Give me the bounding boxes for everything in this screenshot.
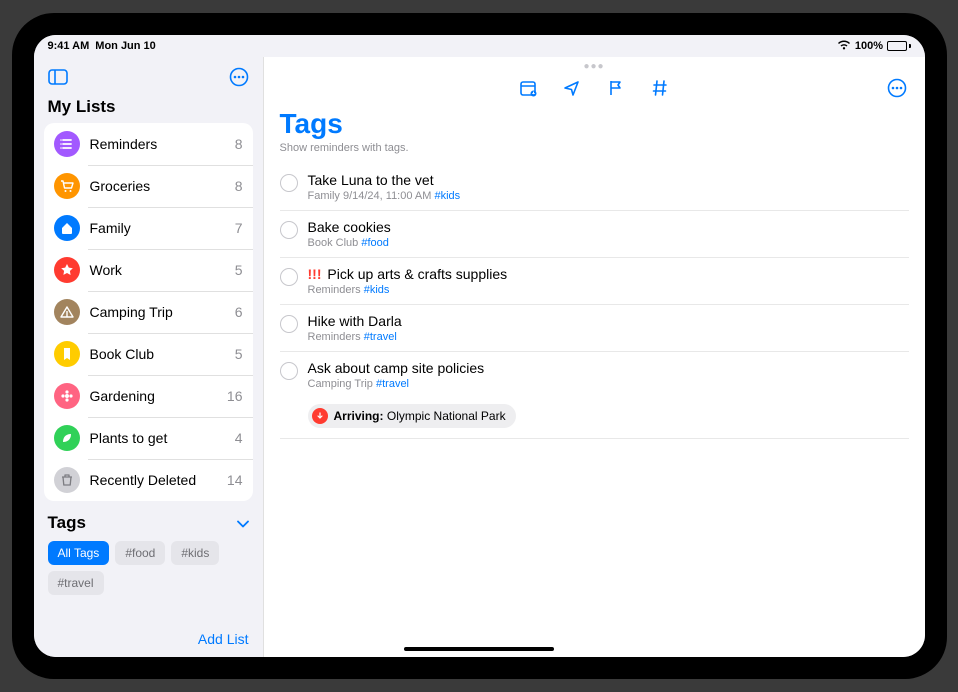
sidebar-list-item[interactable]: Reminders 8	[44, 123, 253, 165]
reminder-title: !!! Pick up arts & crafts supplies	[308, 266, 909, 282]
home-indicator[interactable]	[404, 647, 554, 651]
wifi-icon	[837, 40, 851, 53]
list-name: Reminders	[90, 136, 225, 152]
reminder-tag[interactable]: #travel	[364, 331, 397, 343]
more-options-icon[interactable]	[227, 65, 251, 89]
sidebar-list-item[interactable]: Gardening 16	[44, 375, 253, 417]
priority-indicator: !!!	[308, 266, 322, 282]
reminder-meta: Reminders #travel	[308, 331, 909, 343]
list-name: Family	[90, 220, 225, 236]
reminder-meta: Family 9/14/24, 11:00 AM #kids	[308, 190, 909, 202]
ipad-device-frame: 9:41 AM Mon Jun 10 100%	[12, 13, 947, 679]
sidebar-list-item[interactable]: Family 7	[44, 207, 253, 249]
completion-radio[interactable]	[280, 362, 298, 380]
sidebar-list-item[interactable]: Recently Deleted 14	[44, 459, 253, 501]
completion-radio[interactable]	[280, 315, 298, 333]
list-name: Book Club	[90, 346, 225, 362]
tent-icon	[54, 299, 80, 325]
list-name: Gardening	[90, 388, 217, 404]
sidebar-list-item[interactable]: Plants to get 4	[44, 417, 253, 459]
more-options-icon[interactable]	[885, 76, 909, 100]
list-count: 4	[235, 430, 243, 446]
list-count: 14	[227, 472, 243, 488]
chevron-down-icon[interactable]	[237, 516, 249, 531]
completion-radio[interactable]	[280, 221, 298, 239]
list-name: Work	[90, 262, 225, 278]
location-badge[interactable]: Arriving: Olympic National Park	[308, 404, 516, 428]
list-count: 8	[235, 178, 243, 194]
list-count: 8	[235, 136, 243, 152]
list-count: 7	[235, 220, 243, 236]
bookmark-icon	[54, 341, 80, 367]
sidebar-toggle-icon[interactable]	[46, 65, 70, 89]
trash-icon	[54, 467, 80, 493]
grabber-handle[interactable]: ●●●	[264, 57, 925, 72]
list-name: Recently Deleted	[90, 472, 217, 488]
reminder-title: Bake cookies	[308, 219, 909, 235]
reminder-tag[interactable]: #kids	[435, 190, 461, 202]
page-title: Tags	[264, 100, 925, 142]
sidebar-list-item[interactable]: Camping Trip 6	[44, 291, 253, 333]
reminder-title: Hike with Darla	[308, 313, 909, 329]
flag-icon[interactable]	[604, 76, 628, 100]
status-bar: 9:41 AM Mon Jun 10 100%	[34, 35, 925, 57]
list-count: 5	[235, 346, 243, 362]
list-icon	[54, 131, 80, 157]
hashtag-icon[interactable]	[648, 76, 672, 100]
list-count: 6	[235, 304, 243, 320]
main-panel: ●●●	[264, 57, 925, 657]
flower-icon	[54, 383, 80, 409]
location-text: Arriving: Olympic National Park	[334, 409, 506, 423]
screen: 9:41 AM Mon Jun 10 100%	[34, 35, 925, 657]
list-name: Groceries	[90, 178, 225, 194]
reminder-tag[interactable]: #travel	[376, 378, 409, 390]
tag-chip[interactable]: #food	[115, 541, 165, 565]
list-count: 16	[227, 388, 243, 404]
my-lists-header: My Lists	[34, 93, 263, 123]
reminder-meta: Camping Trip #travel	[308, 378, 909, 390]
tag-chip[interactable]: All Tags	[48, 541, 110, 565]
list-name: Camping Trip	[90, 304, 225, 320]
sidebar: My Lists Reminders 8 Groceries 8 Family …	[34, 57, 264, 657]
reminder-item[interactable]: Ask about camp site policies Camping Tri…	[280, 352, 909, 398]
sidebar-list-item[interactable]: Book Club 5	[44, 333, 253, 375]
battery-icon	[887, 41, 911, 51]
reminder-item[interactable]: Take Luna to the vet Family 9/14/24, 11:…	[280, 164, 909, 211]
location-arrival-icon	[312, 408, 328, 424]
status-date: Mon Jun 10	[95, 40, 156, 52]
list-count: 5	[235, 262, 243, 278]
battery-percent: 100%	[855, 40, 883, 52]
completion-radio[interactable]	[280, 174, 298, 192]
home-icon	[54, 215, 80, 241]
add-list-button[interactable]: Add List	[34, 621, 263, 657]
calendar-icon[interactable]	[516, 76, 540, 100]
completion-radio[interactable]	[280, 268, 298, 286]
reminder-title: Ask about camp site policies	[308, 360, 909, 376]
cart-icon	[54, 173, 80, 199]
leaf-icon	[54, 425, 80, 451]
reminder-tag[interactable]: #kids	[364, 284, 390, 296]
tag-chip[interactable]: #travel	[48, 571, 104, 595]
star-icon	[54, 257, 80, 283]
location-icon[interactable]	[560, 76, 584, 100]
page-subtitle: Show reminders with tags.	[264, 142, 925, 164]
reminder-item[interactable]: !!! Pick up arts & crafts supplies Remin…	[280, 258, 909, 305]
reminder-meta: Reminders #kids	[308, 284, 909, 296]
list-name: Plants to get	[90, 430, 225, 446]
tag-chip[interactable]: #kids	[171, 541, 219, 565]
reminder-item[interactable]: Bake cookies Book Club #food	[280, 211, 909, 258]
reminder-tag[interactable]: #food	[361, 237, 389, 249]
sidebar-list-item[interactable]: Groceries 8	[44, 165, 253, 207]
tags-section-header: Tags	[48, 513, 86, 533]
reminder-meta: Book Club #food	[308, 237, 909, 249]
sidebar-list-item[interactable]: Work 5	[44, 249, 253, 291]
reminder-item[interactable]: Hike with Darla Reminders #travel	[280, 305, 909, 352]
reminder-title: Take Luna to the vet	[308, 172, 909, 188]
status-time: 9:41 AM	[48, 40, 90, 52]
